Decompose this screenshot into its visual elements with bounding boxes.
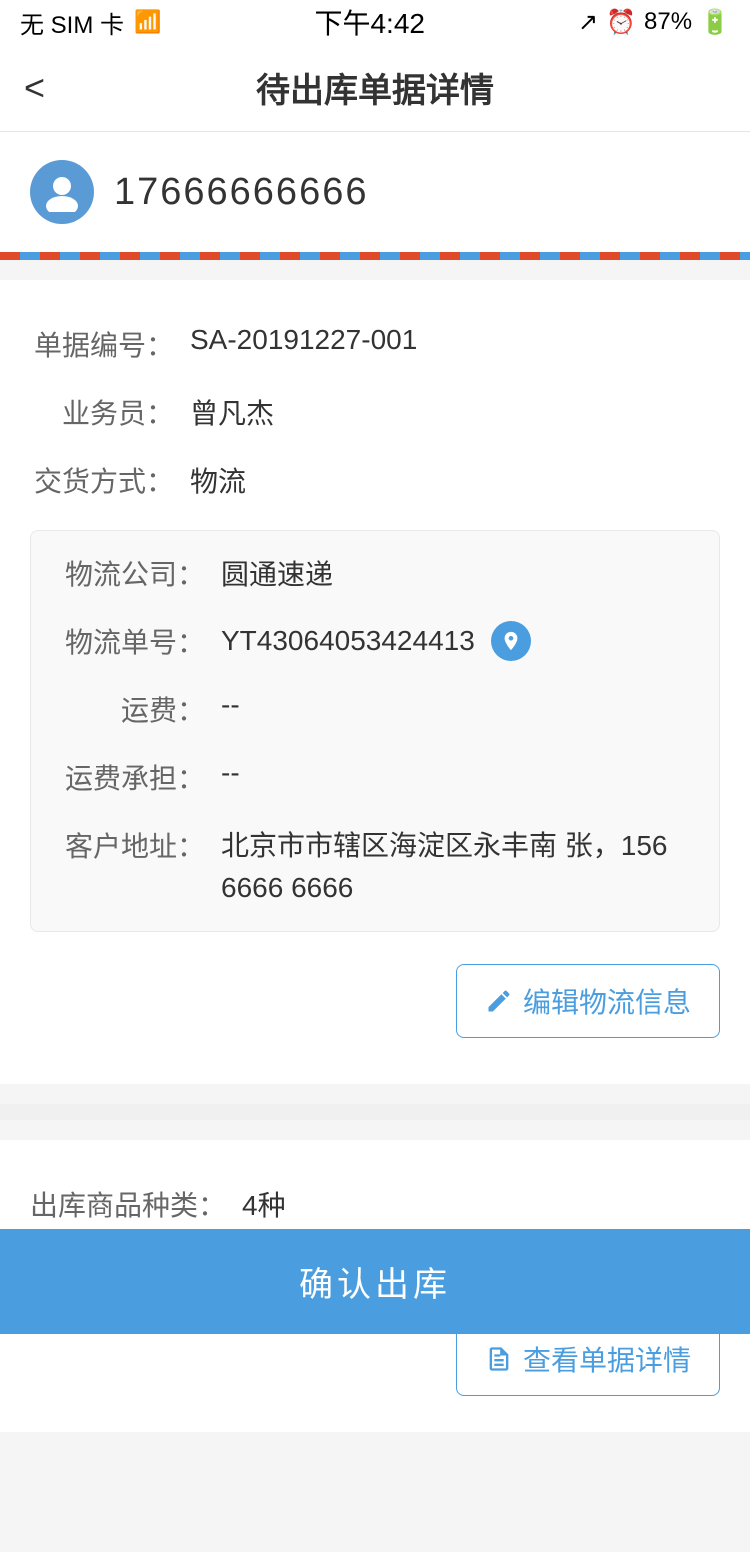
carrier-label: 无 SIM 卡 — [20, 5, 124, 40]
freight-bear-row: 运费承担： -- — [31, 743, 719, 811]
goods-type-label: 出库商品种类： — [30, 1184, 242, 1224]
status-time: 下午4:42 — [314, 2, 425, 42]
freight-row: 运费： -- — [31, 675, 719, 743]
edit-logistics-row: 编辑物流信息 — [0, 948, 750, 1054]
status-left: 无 SIM 卡 📶 — [20, 5, 161, 40]
status-right: ↗ ⏰ 87% 🔋 — [578, 8, 730, 37]
document-icon — [485, 1345, 513, 1373]
salesman-label: 业务员： — [30, 392, 190, 432]
edit-icon — [485, 987, 513, 1015]
customer-phone: 17666666666 — [114, 171, 368, 214]
logistics-box: 物流公司： 圆通速递 物流单号： YT43064053424413 运费： --… — [30, 530, 720, 932]
freight-bear-value: -- — [221, 757, 689, 789]
tracking-number-value: YT43064053424413 — [221, 621, 689, 661]
salesman-row: 业务员： 曾凡杰 — [0, 378, 750, 446]
freight-bear-label: 运费承担： — [61, 757, 221, 797]
tracking-number-row: 物流单号： YT43064053424413 — [31, 607, 719, 675]
salesman-value: 曾凡杰 — [190, 392, 720, 432]
battery-label: 87% — [644, 8, 692, 36]
location-pin-icon[interactable] — [491, 621, 531, 661]
goods-type-row: 出库商品种类： 4种 — [0, 1170, 750, 1238]
wifi-icon: 📶 — [134, 9, 161, 35]
confirm-button[interactable]: 确认出库 — [0, 1229, 750, 1334]
bottom-spacer — [0, 1432, 750, 1552]
tracking-number-label: 物流单号： — [61, 621, 221, 661]
customer-header: 17666666666 — [0, 132, 750, 252]
address-row: 客户地址： 北京市市辖区海淀区永丰南 张，156 6666 6666 — [31, 811, 719, 923]
battery-icon: 🔋 — [700, 8, 730, 37]
logistics-company-row: 物流公司： 圆通速递 — [31, 539, 719, 607]
location-icon: ↗ — [578, 8, 598, 37]
order-number-row: 单据编号： SA-20191227-001 — [0, 310, 750, 378]
dashed-divider — [0, 252, 750, 260]
goods-type-value: 4种 — [242, 1184, 720, 1224]
avatar — [30, 160, 94, 224]
status-bar: 无 SIM 卡 📶 下午4:42 ↗ ⏰ 87% 🔋 — [0, 0, 750, 44]
freight-value: -- — [221, 689, 689, 721]
confirm-button-label: 确认出库 — [299, 1266, 451, 1304]
nav-bar: < 待出库单据详情 — [0, 44, 750, 132]
edit-logistics-button[interactable]: 编辑物流信息 — [456, 964, 720, 1038]
logistics-company-value: 圆通速递 — [221, 553, 689, 593]
back-button[interactable]: < — [24, 67, 45, 109]
delivery-row: 交货方式： 物流 — [0, 446, 750, 514]
order-number-value: SA-20191227-001 — [190, 324, 720, 356]
delivery-value: 物流 — [190, 460, 720, 500]
address-label: 客户地址： — [61, 825, 221, 865]
address-value: 北京市市辖区海淀区永丰南 张，156 6666 6666 — [221, 825, 689, 909]
section-separator — [0, 1104, 750, 1120]
freight-label: 运费： — [61, 689, 221, 729]
alarm-icon: ⏰ — [606, 8, 636, 37]
order-number-label: 单据编号： — [30, 324, 190, 364]
delivery-label: 交货方式： — [30, 460, 190, 500]
basic-info-section: 单据编号： SA-20191227-001 业务员： 曾凡杰 交货方式： 物流 … — [0, 280, 750, 1084]
page-title: 待出库单据详情 — [256, 63, 494, 112]
person-icon — [42, 172, 82, 212]
logistics-company-label: 物流公司： — [61, 553, 221, 593]
